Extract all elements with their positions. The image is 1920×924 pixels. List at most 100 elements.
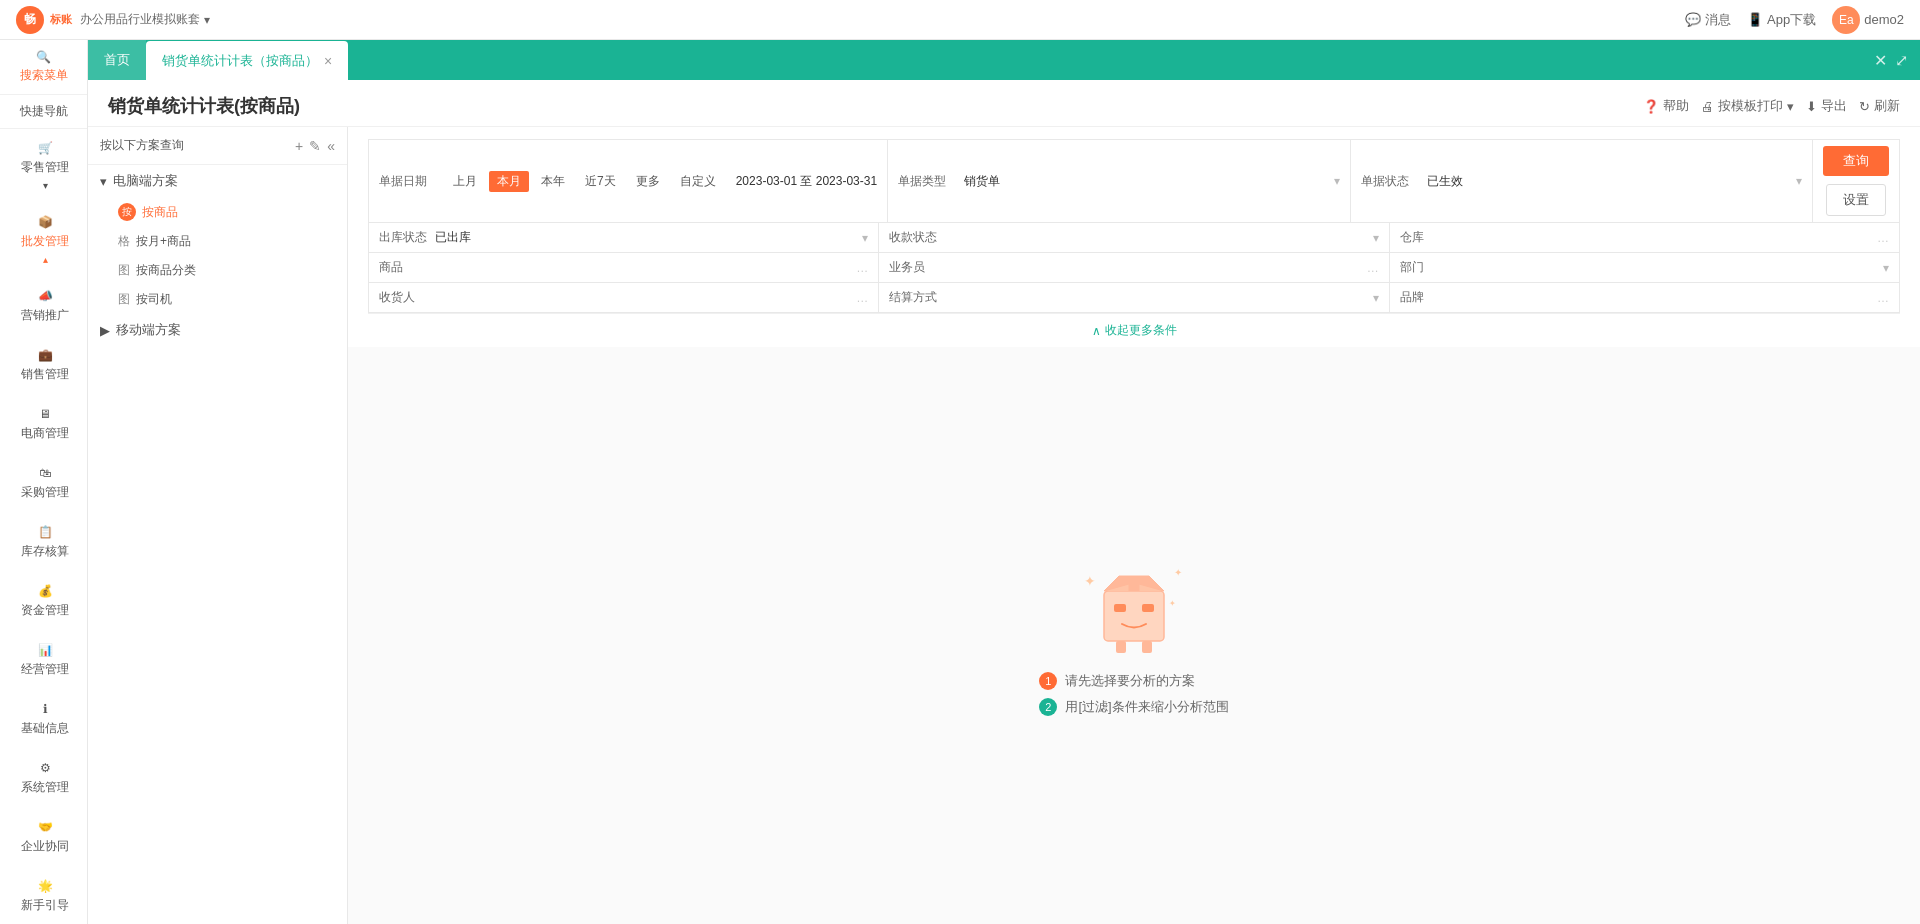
tree-item-month-product[interactable]: 格 按月+商品	[88, 227, 347, 256]
tree-sub-icon-2: 图	[118, 262, 130, 279]
sidebar-item-inventory[interactable]: 📋 库存核算	[0, 513, 87, 572]
sidebar-item-basic[interactable]: ℹ 基础信息	[0, 690, 87, 749]
date-tab-last-month[interactable]: 上月	[445, 171, 485, 192]
avatar: Ea	[1832, 6, 1860, 34]
empty-state: ✦ ✦ ✦ 1 请先选择要分析的方案	[1039, 556, 1228, 716]
content-area: 首页 销货单统计计表（按商品） × ✕ ⤢ 销货单统计计表(按商品) ❓ 帮助	[88, 40, 1920, 924]
message-button[interactable]: 💬 消息	[1685, 11, 1731, 29]
tree-pc-parent[interactable]: ▾ 电脑端方案	[88, 165, 347, 197]
side-panel-header: 按以下方案查询 + ✎ «	[88, 127, 347, 165]
date-tab-more[interactable]: 更多	[628, 171, 668, 192]
receiver-more-icon[interactable]: …	[856, 291, 868, 305]
app-download-button[interactable]: 📱 App下载	[1747, 11, 1816, 29]
date-tab-this-year[interactable]: 本年	[533, 171, 573, 192]
date-tab-custom[interactable]: 自定义	[672, 171, 724, 192]
department-dropdown-icon[interactable]: ▾	[1883, 261, 1889, 275]
title-dropdown[interactable]: 办公用品行业模拟账套 ▾	[80, 11, 210, 28]
receipt-dropdown-icon[interactable]: ▾	[1373, 231, 1379, 245]
date-tab-7days[interactable]: 近7天	[577, 171, 624, 192]
corp-icon: 🤝	[38, 820, 53, 834]
sidebar-item-ecommerce[interactable]: 🖥 电商管理	[0, 395, 87, 454]
step-1-num: 1	[1039, 672, 1057, 690]
system-icon: ⚙	[40, 761, 51, 775]
filter-department-cell[interactable]: 部门 ▾	[1390, 253, 1899, 282]
filter-receipt-cell[interactable]: 收款状态 ▾	[879, 223, 1389, 252]
filter-doctype-cell[interactable]: 单据类型 销货单 ▾	[888, 140, 1350, 222]
doctype-dropdown-icon[interactable]: ▾	[1334, 174, 1340, 188]
tree-mobile-expand-icon: ▶	[100, 323, 110, 338]
sidebar-item-newbie[interactable]: 🌟 新手引导	[0, 867, 87, 924]
user-avatar-area[interactable]: Ea demo2	[1832, 6, 1904, 34]
docstatus-label: 单据状态	[1361, 173, 1419, 190]
sidebar-item-operation[interactable]: 📊 经营管理	[0, 631, 87, 690]
window-close-button[interactable]: ✕	[1874, 51, 1887, 70]
help-button[interactable]: ❓ 帮助	[1643, 97, 1689, 115]
print-button[interactable]: 🖨 按模板打印 ▾	[1701, 97, 1794, 115]
filter-docstatus-cell[interactable]: 单据状态 已生效 ▾	[1351, 140, 1812, 222]
tree-mobile-parent[interactable]: ▶ 移动端方案	[88, 314, 347, 346]
sidebar: 🔍 搜索菜单 快捷导航 🛒 零售管理 ▾ 📦 批发管理 ▴ 📣 营销推广 💼 销…	[0, 40, 88, 924]
receipt-label: 收款状态	[889, 229, 937, 246]
svg-text:✦: ✦	[1084, 573, 1096, 589]
side-panel-edit-button[interactable]: ✎	[309, 138, 321, 154]
filter-brand-cell[interactable]: 品牌 …	[1390, 283, 1899, 312]
sidebar-item-finance[interactable]: 💰 资金管理	[0, 572, 87, 631]
product-more-icon[interactable]: …	[856, 261, 868, 275]
sidebar-item-retail[interactable]: 🛒 零售管理 ▾	[0, 129, 87, 203]
payment-dropdown-icon[interactable]: ▾	[1373, 291, 1379, 305]
tab-close-button[interactable]: ×	[324, 53, 332, 69]
filter-payment-cell[interactable]: 结算方式 ▾	[879, 283, 1389, 312]
filter-depot-cell[interactable]: 仓库 …	[1390, 223, 1899, 252]
filter-receiver-cell[interactable]: 收货人 …	[369, 283, 879, 312]
refresh-button[interactable]: ↻ 刷新	[1859, 97, 1900, 115]
docstatus-dropdown-icon[interactable]: ▾	[1796, 174, 1802, 188]
tree-item-by-product[interactable]: 按 按商品	[88, 197, 347, 227]
tab-current[interactable]: 销货单统计计表（按商品） ×	[146, 41, 348, 81]
query-button[interactable]: 查询	[1823, 146, 1889, 176]
search-icon: 🔍	[36, 50, 51, 64]
tab-bar-actions: ✕ ⤢	[1874, 51, 1920, 70]
side-panel-add-button[interactable]: +	[295, 138, 303, 154]
filter-product-cell[interactable]: 商品 …	[369, 253, 879, 282]
sidebar-item-sales[interactable]: 💼 销售管理	[0, 336, 87, 395]
payment-label: 结算方式	[889, 289, 937, 306]
warehouse-dropdown-icon[interactable]: ▾	[862, 231, 868, 245]
finance-icon: 💰	[38, 584, 53, 598]
filter-warehouse-cell[interactable]: 出库状态 已出库 ▾	[369, 223, 879, 252]
tab-bar: 首页 销货单统计计表（按商品） × ✕ ⤢	[88, 40, 1920, 80]
tree-item-product-category[interactable]: 图 按商品分类	[88, 256, 347, 285]
search-menu-button[interactable]: 🔍 搜索菜单	[0, 40, 87, 95]
main-layout: 🔍 搜索菜单 快捷导航 🛒 零售管理 ▾ 📦 批发管理 ▴ 📣 营销推广 💼 销…	[0, 40, 1920, 924]
sidebar-item-system[interactable]: ⚙ 系统管理	[0, 749, 87, 808]
sidebar-item-corp[interactable]: 🤝 企业协同	[0, 808, 87, 867]
sidebar-item-marketing[interactable]: 📣 营销推广	[0, 277, 87, 336]
svg-rect-4	[1142, 641, 1152, 653]
salesperson-more-icon[interactable]: …	[1367, 261, 1379, 275]
svg-rect-0	[1104, 591, 1164, 641]
tree-item-by-machine[interactable]: 图 按司机	[88, 285, 347, 314]
collapse-icon: ∧	[1092, 324, 1101, 338]
collapse-bar[interactable]: ∧ 收起更多条件	[368, 313, 1900, 347]
window-maximize-button[interactable]: ⤢	[1895, 51, 1908, 70]
export-button[interactable]: ⬇ 导出	[1806, 97, 1847, 115]
sidebar-item-wholesale[interactable]: 📦 批发管理 ▴	[0, 203, 87, 277]
brand-more-icon[interactable]: …	[1877, 291, 1889, 305]
top-bar-left: 畅 标账 办公用品行业模拟账套 ▾	[16, 6, 210, 34]
date-tab-this-month[interactable]: 本月	[489, 171, 529, 192]
department-label: 部门	[1400, 259, 1424, 276]
tree-expand-icon: ▾	[100, 174, 107, 189]
shortcut-nav-button[interactable]: 快捷导航	[0, 95, 87, 129]
warehouse-label: 出库状态	[379, 229, 427, 246]
filter-salesperson-cell[interactable]: 业务员 …	[879, 253, 1389, 282]
depot-more-icon[interactable]: …	[1877, 231, 1889, 245]
tab-home[interactable]: 首页	[88, 40, 146, 80]
basic-icon: ℹ	[43, 702, 48, 716]
svg-text:✦: ✦	[1174, 567, 1182, 578]
side-panel-collapse-button[interactable]: «	[327, 138, 335, 154]
sidebar-item-purchase[interactable]: 🛍 采购管理	[0, 454, 87, 513]
query-btn-cell: 查询 设置	[1812, 140, 1899, 222]
settings-button[interactable]: 设置	[1826, 184, 1886, 216]
svg-rect-1	[1114, 604, 1126, 612]
content-wrapper: 按以下方案查询 + ✎ « ▾ 电脑端方案	[88, 127, 1920, 924]
filter-row-2: 出库状态 已出库 ▾ 收款状态 ▾ 仓库	[368, 222, 1900, 253]
